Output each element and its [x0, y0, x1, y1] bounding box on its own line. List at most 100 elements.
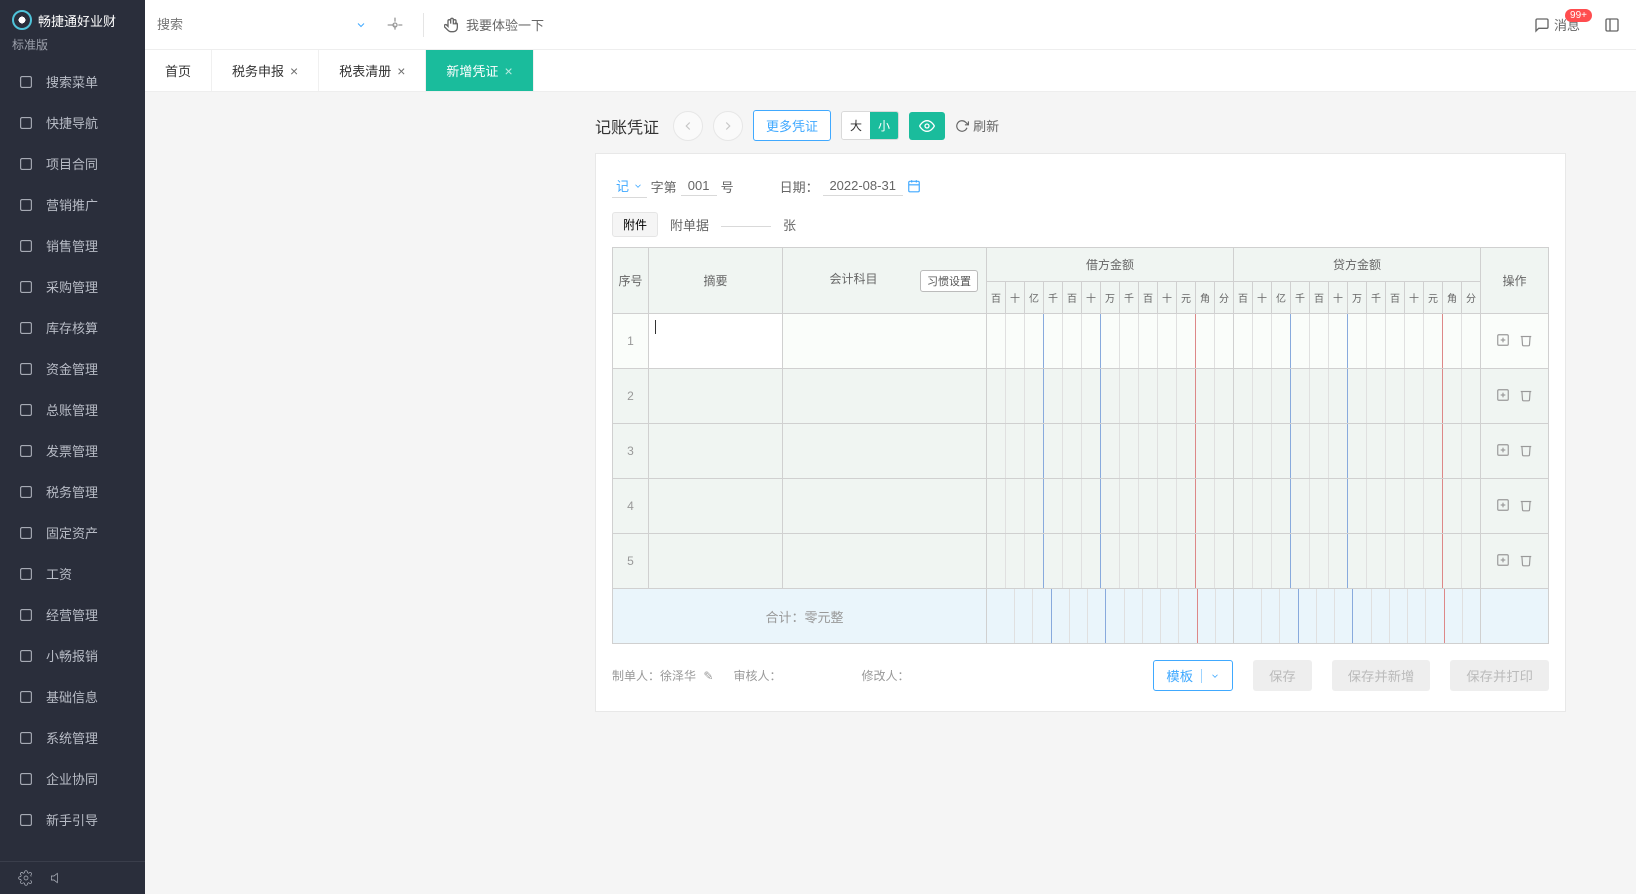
delete-row-icon[interactable]: [1519, 556, 1533, 570]
calendar-icon[interactable]: [907, 179, 921, 193]
amount-cell[interactable]: [987, 479, 1234, 534]
delete-row-icon[interactable]: [1519, 446, 1533, 460]
amount-cell[interactable]: [1234, 369, 1481, 424]
sidebar: 畅捷通好业财 标准版 搜索菜单快捷导航项目合同营销推广销售管理采购管理库存核算资…: [0, 0, 145, 894]
amount-cell[interactable]: [987, 534, 1234, 589]
try-button[interactable]: 我要体验一下: [436, 15, 552, 34]
subject-cell[interactable]: [783, 424, 987, 479]
sidebar-item-17[interactable]: 企业协同: [0, 758, 145, 799]
subject-cell[interactable]: [783, 534, 987, 589]
nav-label: 新手引导: [46, 810, 98, 829]
subject-cell[interactable]: [783, 479, 987, 534]
tab-1[interactable]: 税务申报×: [212, 50, 319, 91]
sidebar-item-11[interactable]: 固定资产: [0, 512, 145, 553]
modifier: 修改人：: [861, 667, 909, 684]
amount-cell[interactable]: [987, 369, 1234, 424]
summary-cell[interactable]: [649, 369, 783, 424]
add-row-icon[interactable]: [1496, 556, 1510, 570]
sidebar-item-3[interactable]: 营销推广: [0, 184, 145, 225]
nav-icon: [18, 238, 34, 254]
amount-cell[interactable]: [987, 424, 1234, 479]
voucher-header: 记 字第 001 号 日期： 2022-08-31: [612, 174, 1549, 206]
tab-close-icon[interactable]: ×: [504, 63, 512, 79]
gear-icon[interactable]: [379, 17, 411, 33]
refresh-icon: [955, 119, 969, 133]
search-box: [157, 11, 367, 38]
digit-header: 元: [1424, 282, 1443, 314]
message-button[interactable]: 消息 99+: [1526, 15, 1588, 34]
sidebar-item-7[interactable]: 资金管理: [0, 348, 145, 389]
tab-close-icon[interactable]: ×: [290, 63, 298, 79]
voucher-type-select[interactable]: 记: [612, 174, 647, 198]
sidebar-item-4[interactable]: 销售管理: [0, 225, 145, 266]
panel-icon[interactable]: [1600, 17, 1624, 33]
sidebar-item-15[interactable]: 基础信息: [0, 676, 145, 717]
settings-icon[interactable]: [18, 870, 34, 886]
amount-cell[interactable]: [1234, 589, 1481, 644]
amount-cell[interactable]: [1234, 479, 1481, 534]
add-row-icon[interactable]: [1496, 501, 1510, 515]
amount-cell[interactable]: [1234, 534, 1481, 589]
refresh-button[interactable]: 刷新: [955, 116, 999, 135]
save-button[interactable]: 保存: [1253, 660, 1312, 691]
habit-button[interactable]: 习惯设置: [920, 270, 978, 292]
sidebar-item-8[interactable]: 总账管理: [0, 389, 145, 430]
digit-header: 百: [1310, 282, 1329, 314]
summary-cell[interactable]: [649, 314, 783, 369]
attach-count-input[interactable]: [721, 222, 771, 227]
summary-cell[interactable]: [649, 424, 783, 479]
nav-label: 项目合同: [46, 154, 98, 173]
add-row-icon[interactable]: [1496, 446, 1510, 460]
save-print-button[interactable]: 保存并打印: [1450, 660, 1549, 691]
sidebar-item-6[interactable]: 库存核算: [0, 307, 145, 348]
nav-label: 营销推广: [46, 195, 98, 214]
sidebar-item-9[interactable]: 发票管理: [0, 430, 145, 471]
subject-cell[interactable]: [783, 369, 987, 424]
sidebar-item-0[interactable]: 搜索菜单: [0, 61, 145, 102]
search-input[interactable]: [157, 11, 355, 38]
sidebar-item-14[interactable]: 小畅报销: [0, 635, 145, 676]
digit-header: 十: [1158, 282, 1177, 314]
date-input[interactable]: 2022-08-31: [823, 176, 903, 196]
size-small-button[interactable]: 小: [870, 112, 898, 139]
attach-button[interactable]: 附件: [612, 212, 658, 237]
tab-0[interactable]: 首页: [145, 50, 212, 91]
prev-button[interactable]: [673, 111, 703, 141]
subject-cell[interactable]: [783, 314, 987, 369]
amount-cell[interactable]: [1234, 314, 1481, 369]
amount-cell[interactable]: [987, 314, 1234, 369]
voucher-number-input[interactable]: 001: [681, 176, 717, 196]
digit-header: 百: [1386, 282, 1405, 314]
add-row-icon[interactable]: [1496, 391, 1510, 405]
sidebar-item-13[interactable]: 经营管理: [0, 594, 145, 635]
sidebar-item-18[interactable]: 新手引导: [0, 799, 145, 840]
delete-row-icon[interactable]: [1519, 501, 1533, 515]
template-button[interactable]: 模板: [1153, 660, 1233, 691]
sidebar-item-12[interactable]: 工资: [0, 553, 145, 594]
save-add-button[interactable]: 保存并新增: [1332, 660, 1431, 691]
more-voucher-button[interactable]: 更多凭证: [753, 110, 831, 141]
sidebar-item-1[interactable]: 快捷导航: [0, 102, 145, 143]
summary-cell[interactable]: [649, 479, 783, 534]
size-large-button[interactable]: 大: [842, 112, 870, 139]
sidebar-item-5[interactable]: 采购管理: [0, 266, 145, 307]
add-row-icon[interactable]: [1496, 336, 1510, 350]
next-button[interactable]: [713, 111, 743, 141]
edit-icon[interactable]: ✎: [703, 669, 713, 683]
tab-2[interactable]: 税表清册×: [319, 50, 426, 91]
delete-row-icon[interactable]: [1519, 336, 1533, 350]
preview-button[interactable]: [909, 112, 945, 140]
sound-icon[interactable]: [50, 870, 66, 886]
sidebar-item-2[interactable]: 项目合同: [0, 143, 145, 184]
logo: 畅捷通好业财: [0, 0, 145, 36]
tab-3[interactable]: 新增凭证×: [426, 50, 533, 91]
delete-row-icon[interactable]: [1519, 391, 1533, 405]
amount-cell[interactable]: [1234, 424, 1481, 479]
search-dropdown-icon[interactable]: [355, 19, 367, 31]
sidebar-item-10[interactable]: 税务管理: [0, 471, 145, 512]
amount-cell[interactable]: [987, 589, 1234, 644]
tab-close-icon[interactable]: ×: [397, 63, 405, 79]
sidebar-item-16[interactable]: 系统管理: [0, 717, 145, 758]
th-subject: 会计科目 习惯设置: [783, 248, 987, 314]
summary-cell[interactable]: [649, 534, 783, 589]
